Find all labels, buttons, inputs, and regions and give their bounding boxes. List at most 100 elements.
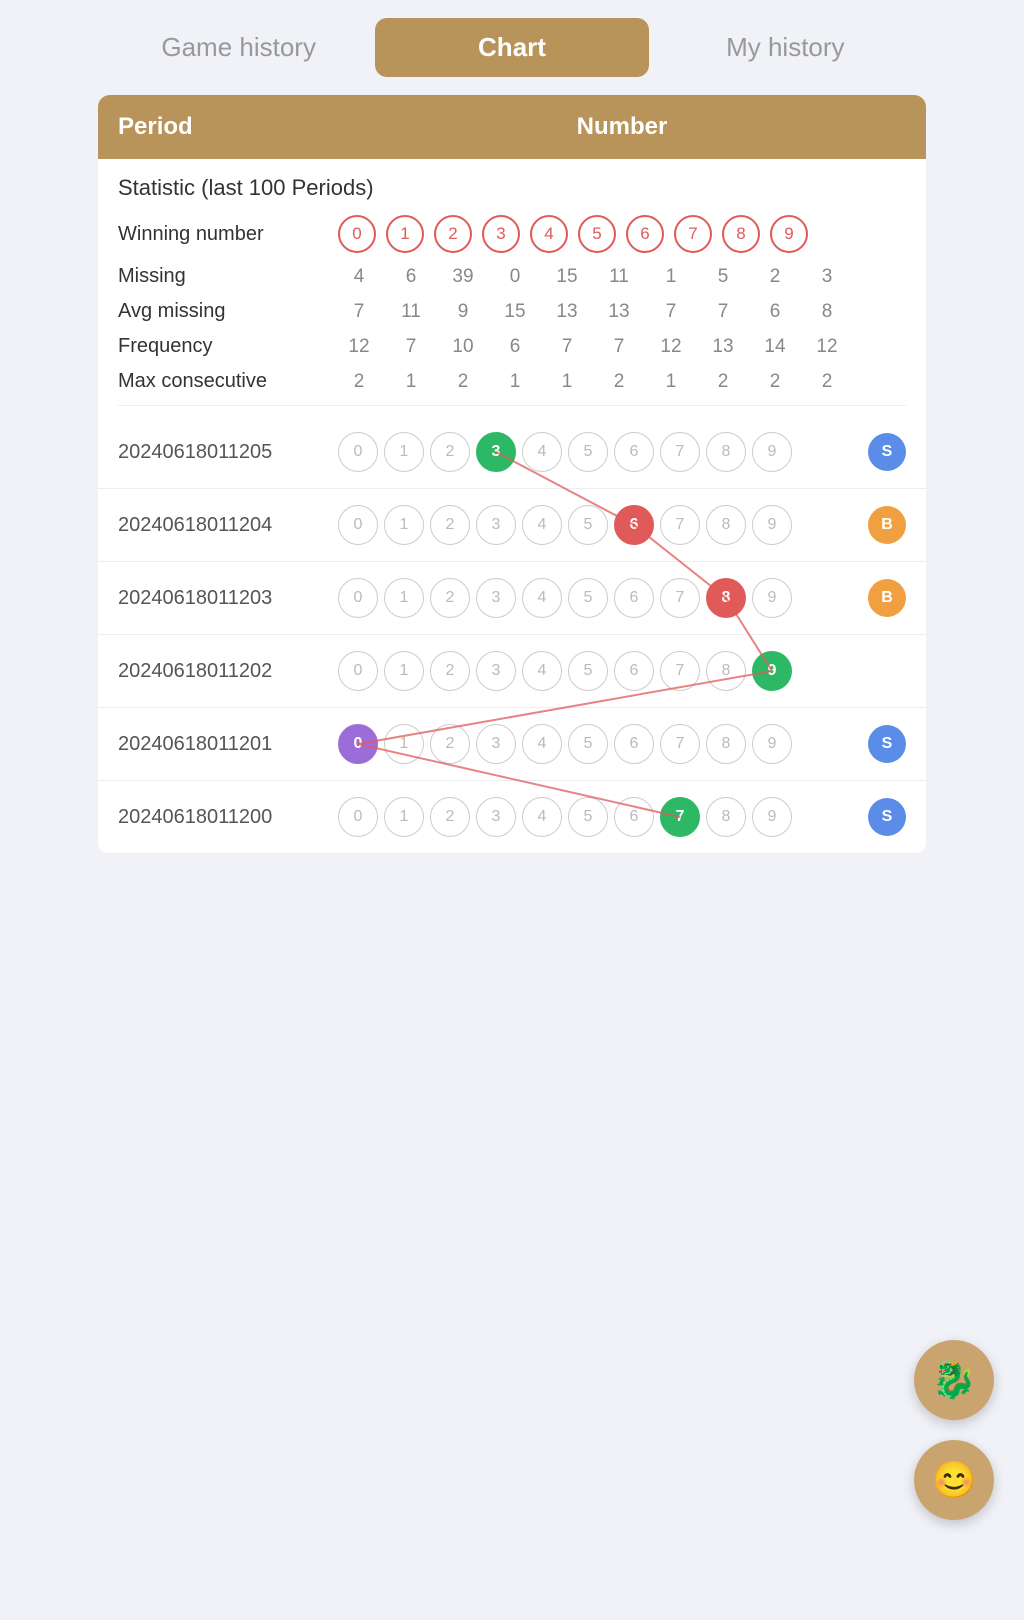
stat-val: 2 [442,371,484,393]
stats-row-missing: Missing 4639015111523 [118,265,906,288]
game-num-7: 7 [660,651,700,691]
stat-val: 7 [650,301,692,323]
stat-val: 2 [754,371,796,393]
game-num-6: 6 [614,797,654,837]
stat-val: 12 [338,336,380,358]
game-num-8: 8 [706,432,746,472]
game-num-9: 9 [752,578,792,618]
missing-values: 4639015111523 [338,266,906,288]
winning-circle-0: 0 [338,215,376,253]
tab-my-history[interactable]: My history [649,18,922,77]
stat-val: 39 [442,266,484,288]
game-num-0: 0 [338,797,378,837]
game-period: 20240618011201 [118,733,338,756]
game-num-5: 5 [568,432,608,472]
tab-bar: Game history Chart My history [82,0,942,95]
stat-val: 7 [598,336,640,358]
game-num-4: 4 [522,724,562,764]
game-num-5: 5 [568,651,608,691]
game-period: 20240618011202 [118,660,338,683]
stat-val: 2 [754,266,796,288]
stat-val: 2 [806,371,848,393]
stat-val: 7 [546,336,588,358]
stat-val: 1 [650,371,692,393]
game-row: 202406180112030123456789B [98,562,926,635]
stats-label-max-consecutive: Max consecutive [118,370,338,393]
winning-circle-9: 9 [770,215,808,253]
stat-val: 2 [598,371,640,393]
stats-label-missing: Missing [118,265,338,288]
stat-val: 1 [650,266,692,288]
stat-val: 0 [494,266,536,288]
stat-val: 6 [494,336,536,358]
game-num-8: 8 [706,651,746,691]
col-period-header: Period [118,113,338,141]
game-num-2: 2 [430,724,470,764]
game-rows-container: 202406180112050123456789S202406180112040… [98,416,926,854]
game-num-9: 9 [752,432,792,472]
stat-val: 2 [702,371,744,393]
stat-val: 13 [598,301,640,323]
stats-label-frequency: Frequency [118,335,338,358]
game-num-1: 1 [384,724,424,764]
game-num-6: 6 [614,505,654,545]
game-num-1: 1 [384,432,424,472]
game-period: 20240618011203 [118,587,338,610]
game-num-0: 0 [338,578,378,618]
winning-circle-4: 4 [530,215,568,253]
game-num-9: 9 [752,651,792,691]
winning-circle-8: 8 [722,215,760,253]
stat-val: 14 [754,336,796,358]
game-badge: S [868,798,906,836]
game-row: 202406180112040123456789B [98,489,926,562]
game-rows: 202406180112050123456789S202406180112040… [98,416,926,854]
stat-val: 3 [806,266,848,288]
game-row: 202406180112050123456789S [98,416,926,489]
winning-number-circles: 0123456789 [338,215,906,253]
float-dragon-button[interactable]: 🐉 [914,1340,994,1420]
game-number-circles: 0123456789 [338,432,860,472]
stats-row-max-consecutive: Max consecutive 2121121222 [118,370,906,393]
tab-game-history[interactable]: Game history [102,18,375,77]
float-support-button[interactable]: 😊 [914,1440,994,1520]
game-num-4: 4 [522,505,562,545]
stat-val: 9 [442,301,484,323]
game-num-1: 1 [384,578,424,618]
stat-val: 1 [546,371,588,393]
game-badge: B [868,579,906,617]
game-num-1: 1 [384,651,424,691]
winning-circle-3: 3 [482,215,520,253]
stats-section: Statistic (last 100 Periods) Winning num… [98,159,926,393]
stat-val: 15 [546,266,588,288]
game-badge: B [868,506,906,544]
game-num-8: 8 [706,505,746,545]
stat-val: 15 [494,301,536,323]
game-num-4: 4 [522,651,562,691]
game-num-0: 0 [338,651,378,691]
game-num-3: 3 [476,578,516,618]
avg-missing-values: 71191513137768 [338,301,906,323]
game-num-7: 7 [660,724,700,764]
game-num-9: 9 [752,505,792,545]
game-num-5: 5 [568,505,608,545]
stat-val: 8 [806,301,848,323]
game-row: 202406180112010123456789S [98,708,926,781]
stat-val: 13 [546,301,588,323]
stats-row-frequency: Frequency 1271067712131412 [118,335,906,358]
stats-row-avg-missing: Avg missing 71191513137768 [118,300,906,323]
stat-val: 4 [338,266,380,288]
winning-circle-7: 7 [674,215,712,253]
game-num-0: 0 [338,432,378,472]
stat-val: 6 [390,266,432,288]
winning-circle-6: 6 [626,215,664,253]
stat-val: 12 [806,336,848,358]
tab-chart[interactable]: Chart [375,18,648,77]
game-num-5: 5 [568,797,608,837]
game-num-6: 6 [614,578,654,618]
game-period: 20240618011204 [118,514,338,537]
game-num-2: 2 [430,505,470,545]
winning-circle-2: 2 [434,215,472,253]
game-number-circles: 0123456789 [338,651,906,691]
game-num-8: 8 [706,578,746,618]
stat-val: 7 [338,301,380,323]
